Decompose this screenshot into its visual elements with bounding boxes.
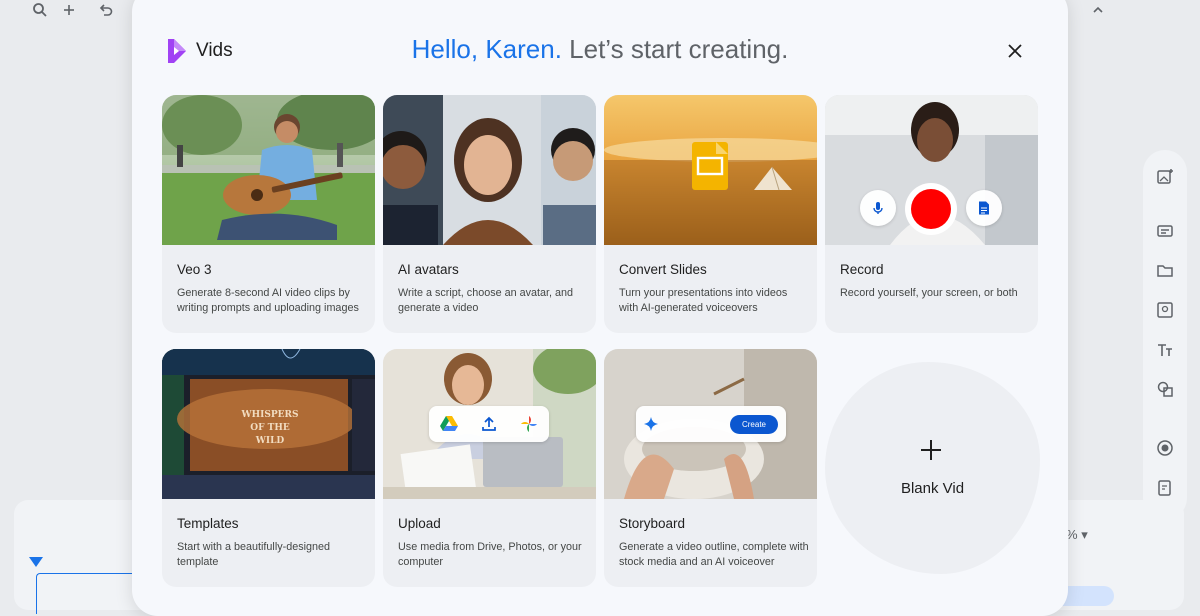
- templates-thumbnail: WHISPERS OF THE WILD: [162, 349, 375, 499]
- storyboard-prompt-bar[interactable]: Create: [636, 406, 786, 442]
- create-button[interactable]: Create: [729, 414, 778, 434]
- script-button[interactable]: [966, 190, 1002, 226]
- card-description: Record yourself, your screen, or both: [840, 287, 1018, 299]
- media-icon[interactable]: [1155, 300, 1175, 320]
- side-panel: [1143, 150, 1187, 520]
- folder-icon[interactable]: [1155, 260, 1175, 280]
- card-description: Write a script, choose an avatar, and ge…: [398, 287, 574, 314]
- microphone-icon: [873, 202, 883, 214]
- card-convert-slides[interactable]: Convert Slides Turn your presentations i…: [604, 95, 817, 333]
- card-description: Generate 8-second AI video clips by writ…: [177, 287, 359, 314]
- shapes-icon[interactable]: [1155, 379, 1175, 399]
- card-description: Turn your presentations into videos with…: [619, 287, 788, 314]
- sparkle-icon: [644, 417, 658, 431]
- google-drive-icon[interactable]: [439, 415, 459, 433]
- ai-avatars-thumbnail: [383, 95, 596, 245]
- record-icon[interactable]: [1155, 438, 1175, 458]
- card-title: Veo 3: [177, 262, 212, 277]
- card-title: Storyboard: [619, 516, 686, 531]
- card-description: Start with a beautifully-designed templa…: [177, 541, 331, 568]
- greeting-hello: Hello, Karen.: [411, 34, 562, 64]
- card-description: Use media from Drive, Photos, or your co…: [398, 541, 582, 568]
- captions-icon[interactable]: [1155, 221, 1175, 241]
- add-icon[interactable]: [59, 2, 79, 20]
- blank-vid-label: Blank Vid: [900, 480, 965, 497]
- plus-icon: [921, 440, 941, 460]
- text-icon[interactable]: [1155, 340, 1175, 360]
- record-button-icon: [911, 189, 951, 229]
- close-button[interactable]: [1000, 36, 1030, 66]
- greeting-rest: Let’s start creating.: [561, 34, 789, 64]
- card-description: Generate a video outline, complete with …: [619, 541, 809, 568]
- blank-vid-button[interactable]: Blank Vid: [825, 362, 1040, 574]
- search-icon[interactable]: [30, 2, 50, 20]
- chevron-down-icon: ▾: [1081, 527, 1088, 542]
- record-button[interactable]: [905, 183, 957, 235]
- add-image-icon[interactable]: [1155, 167, 1175, 187]
- card-title: Upload: [398, 516, 441, 531]
- storyboard-thumbnail: Create: [604, 349, 817, 499]
- start-dialog: Vids Hello, Karen. Let’s start creating.: [132, 0, 1068, 616]
- playhead-icon[interactable]: [29, 557, 43, 567]
- convert-slides-thumbnail: [604, 95, 817, 245]
- card-title: AI avatars: [398, 262, 459, 277]
- card-record[interactable]: Record Record yourself, your screen, or …: [825, 95, 1038, 333]
- undo-icon[interactable]: [96, 2, 116, 20]
- microphone-button[interactable]: [860, 190, 896, 226]
- record-thumbnail: [825, 95, 1038, 245]
- page-title: Hello, Karen. Let’s start creating.: [132, 34, 1068, 65]
- timeline-track: [36, 573, 137, 614]
- chevron-up-icon[interactable]: [1088, 2, 1108, 20]
- card-upload[interactable]: Upload Use media from Drive, Photos, or …: [383, 349, 596, 587]
- edit-document-icon[interactable]: [1155, 478, 1175, 498]
- document-icon: [979, 201, 989, 215]
- template-title-text: WHISPERS OF THE WILD: [241, 410, 299, 446]
- card-ai-avatars[interactable]: AI avatars Write a script, choose an ava…: [383, 95, 596, 333]
- card-veo3[interactable]: Veo 3 Generate 8-second AI video clips b…: [162, 95, 375, 333]
- card-storyboard[interactable]: Create Storyboard Generate a video outli…: [604, 349, 817, 587]
- google-photos-icon[interactable]: [519, 414, 539, 434]
- card-title: Templates: [177, 516, 239, 531]
- veo3-thumbnail: [162, 95, 375, 245]
- upload-icon[interactable]: [480, 415, 498, 433]
- close-icon: [1008, 44, 1022, 58]
- card-title: Record: [840, 262, 884, 277]
- card-title: Convert Slides: [619, 262, 707, 277]
- card-templates[interactable]: WHISPERS OF THE WILD Templates Start wit…: [162, 349, 375, 587]
- upload-thumbnail: [383, 349, 596, 499]
- upload-sources-bar: [429, 406, 549, 442]
- zoom-control[interactable]: % ▾: [1066, 527, 1088, 543]
